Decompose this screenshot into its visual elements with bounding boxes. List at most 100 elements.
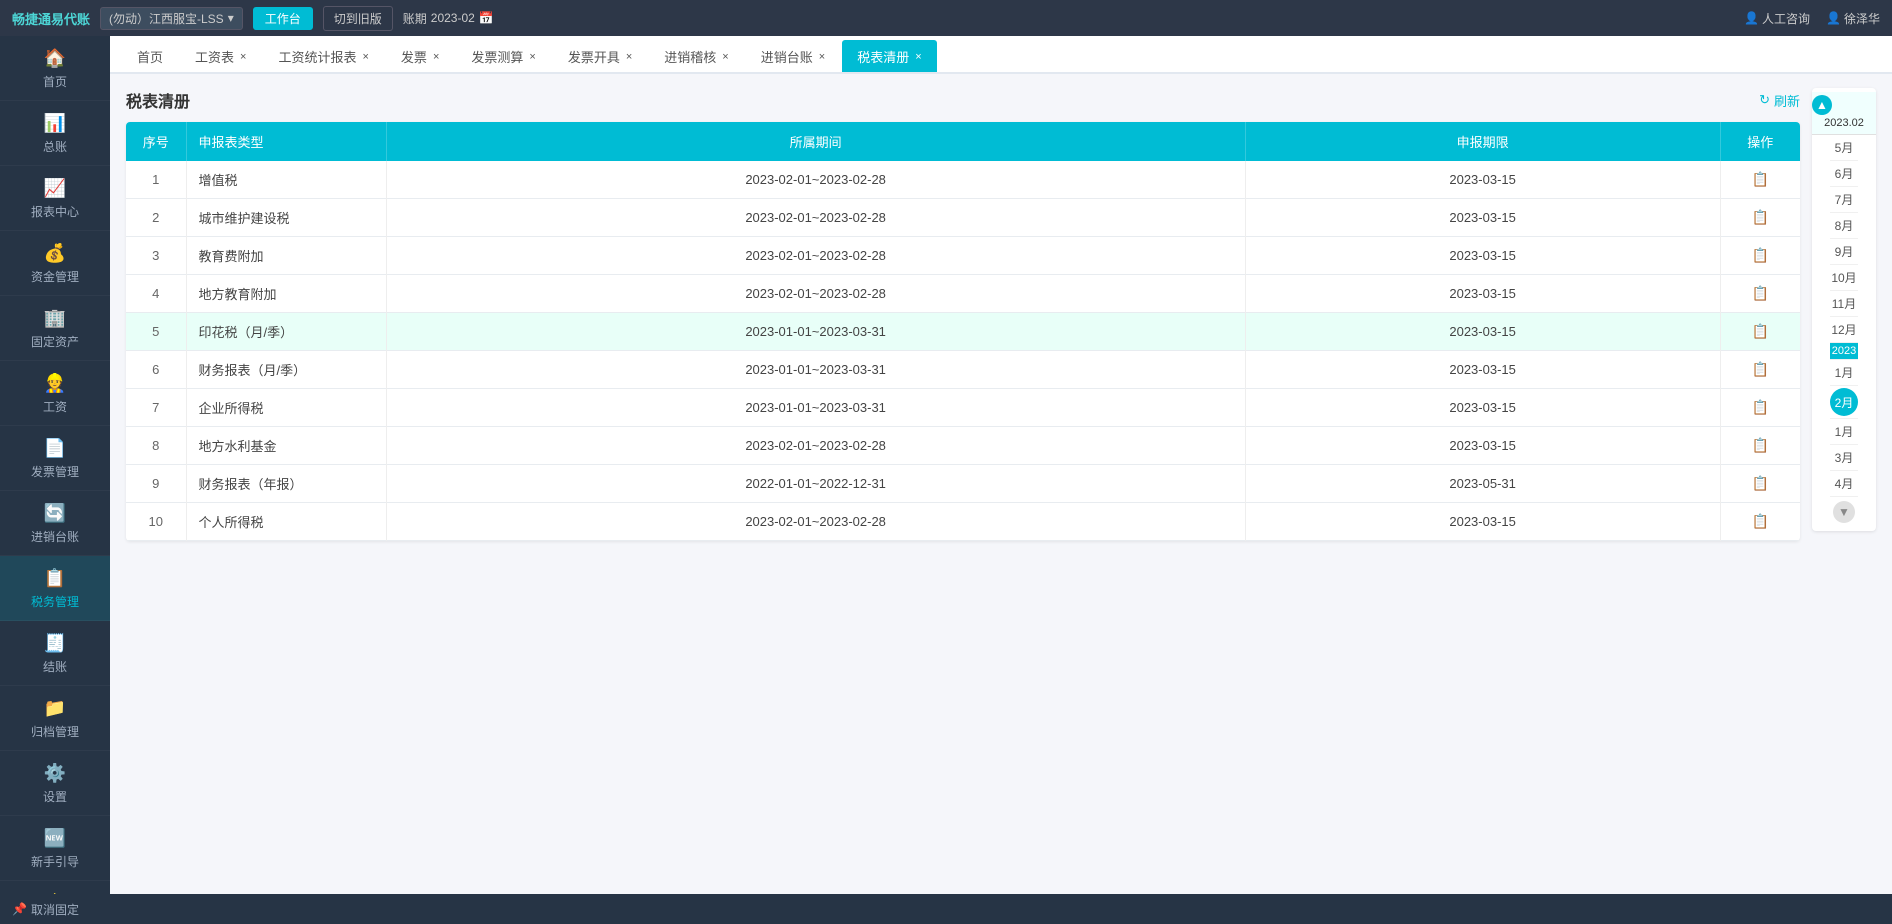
period-month-item[interactable]: 7月	[1830, 187, 1858, 213]
tab-invoice[interactable]: 发票 ×	[386, 40, 454, 72]
tab-tax-list-close[interactable]: ×	[915, 51, 921, 63]
tab-home[interactable]: 首页	[122, 40, 178, 72]
sidebar-item-purchase[interactable]: 🔄 进销台账	[0, 491, 110, 556]
sidebar-item-assets[interactable]: 🏢 固定资产	[0, 296, 110, 361]
refresh-button[interactable]: ↻ 刷新	[1759, 91, 1800, 110]
tab-wages[interactable]: 工资表 ×	[180, 40, 261, 72]
period-month-item[interactable]: 11月	[1830, 291, 1858, 317]
sidebar-item-member[interactable]: ⭐ 畅会员	[0, 881, 110, 894]
tab-wages-label: 工资表	[195, 47, 234, 66]
period-months: 5月6月7月8月9月10月11月12月20231月2月1月3月4月	[1830, 135, 1858, 497]
col-seq: 序号	[126, 122, 186, 161]
action-icon[interactable]: 📋	[1752, 171, 1769, 187]
period-month-item[interactable]: 6月	[1830, 161, 1858, 187]
cell-action[interactable]: 📋	[1720, 199, 1800, 237]
tab-invoice-open-close[interactable]: ×	[626, 51, 632, 63]
sidebar-item-settings[interactable]: ⚙️ 设置	[0, 751, 110, 816]
cell-period: 2023-02-01~2023-02-28	[386, 199, 1245, 237]
period-month-item[interactable]: 8月	[1830, 213, 1858, 239]
period-nav-up-btn[interactable]: ▲	[1812, 95, 1832, 115]
period-month-item[interactable]: 1月	[1830, 419, 1858, 445]
tab-home-label: 首页	[137, 47, 163, 66]
period-month-item[interactable]: 4月	[1830, 471, 1858, 497]
action-icon[interactable]: 📋	[1752, 285, 1769, 301]
tab-invoice-calc[interactable]: 发票测算 ×	[456, 40, 550, 72]
tab-purchase-ledger-close[interactable]: ×	[819, 51, 825, 63]
action-icon[interactable]: 📋	[1752, 361, 1769, 377]
cell-action[interactable]: 📋	[1720, 351, 1800, 389]
action-icon[interactable]: 📋	[1752, 513, 1769, 529]
top-bar: 畅捷通易代账 (勿动）江西服宝-LSS ▾ 工作台 切到旧版 账期 2023-0…	[0, 0, 1892, 36]
cell-action[interactable]: 📋	[1720, 503, 1800, 541]
tab-invoice-close[interactable]: ×	[433, 51, 439, 63]
sidebar-item-funds[interactable]: 💰 资金管理	[0, 231, 110, 296]
user-profile[interactable]: 👤 徐泽华	[1826, 10, 1880, 27]
cell-action[interactable]: 📋	[1720, 389, 1800, 427]
sidebar-item-label: 工资	[43, 398, 67, 415]
cell-action[interactable]: 📋	[1720, 237, 1800, 275]
calendar-icon[interactable]: 📅	[479, 11, 494, 25]
cell-action[interactable]: 📋	[1720, 465, 1800, 503]
sidebar-item-guide[interactable]: 🆕 新手引导	[0, 816, 110, 881]
sidebar-item-label: 结账	[43, 658, 67, 675]
sidebar-item-summary[interactable]: 📊 总账	[0, 101, 110, 166]
sidebar-item-archive[interactable]: 📁 归档管理	[0, 686, 110, 751]
cell-seq: 8	[126, 427, 186, 465]
action-icon[interactable]: 📋	[1752, 437, 1769, 453]
sidebar-item-tax[interactable]: 📋 税务管理	[0, 556, 110, 621]
sidebar-item-home[interactable]: 🏠 首页	[0, 36, 110, 101]
period-month-item[interactable]: 3月	[1830, 445, 1858, 471]
ai-consult-btn[interactable]: 👤 人工咨询	[1744, 10, 1810, 27]
action-icon[interactable]: 📋	[1752, 323, 1769, 339]
table-row: 9 财务报表（年报） 2022-01-01~2022-12-31 2023-05…	[126, 465, 1800, 503]
tab-purchase-check-close[interactable]: ×	[722, 51, 728, 63]
table-header: 序号 申报表类型 所属期间 申报期限 操作	[126, 122, 1800, 161]
action-icon[interactable]: 📋	[1752, 399, 1769, 415]
tab-invoice-open[interactable]: 发票开具 ×	[553, 40, 647, 72]
period-month-item[interactable]: 10月	[1830, 265, 1858, 291]
company-name: (勿动）江西服宝-LSS	[109, 10, 224, 27]
tab-invoice-calc-close[interactable]: ×	[529, 51, 535, 63]
period-month-item[interactable]: 5月	[1830, 135, 1858, 161]
period-month-1[interactable]: 1月	[1830, 360, 1858, 386]
tab-purchase-ledger[interactable]: 进销台账 ×	[746, 40, 840, 72]
cell-deadline: 2023-05-31	[1245, 465, 1720, 503]
sidebar-item-wages[interactable]: 👷 工资	[0, 361, 110, 426]
sidebar-item-reports[interactable]: 📈 报表中心	[0, 166, 110, 231]
tab-purchase-check[interactable]: 进销稽核 ×	[649, 40, 743, 72]
action-icon[interactable]: 📋	[1752, 209, 1769, 225]
switch-old-button[interactable]: 切到旧版	[323, 6, 393, 31]
bottom-bar: 📌 取消固定	[0, 894, 1892, 924]
tab-purchase-check-label: 进销稽核	[664, 47, 716, 66]
period-month-item[interactable]: 12月	[1830, 317, 1858, 343]
cell-type: 教育费附加	[186, 237, 386, 275]
table-row: 1 增值税 2023-02-01~2023-02-28 2023-03-15 📋	[126, 161, 1800, 199]
sidebar-item-settle[interactable]: 🧾 结账	[0, 621, 110, 686]
assets-icon: 🏢	[44, 308, 66, 329]
cell-period: 2023-02-01~2023-02-28	[386, 427, 1245, 465]
action-icon[interactable]: 📋	[1752, 247, 1769, 263]
sidebar-item-label: 报表中心	[31, 203, 79, 220]
tab-wage-stats[interactable]: 工资统计报表 ×	[263, 40, 383, 72]
sidebar-item-label: 进销台账	[31, 528, 79, 545]
tab-tax-list[interactable]: 税表清册 ×	[842, 40, 936, 72]
period-month-active[interactable]: 2月	[1830, 388, 1858, 416]
cell-seq: 10	[126, 503, 186, 541]
cell-action[interactable]: 📋	[1720, 313, 1800, 351]
pin-button[interactable]: 📌 取消固定	[12, 901, 79, 918]
cell-action[interactable]: 📋	[1720, 427, 1800, 465]
cell-action[interactable]: 📋	[1720, 275, 1800, 313]
company-selector[interactable]: (勿动）江西服宝-LSS ▾	[100, 7, 243, 30]
period-nav-down-btn[interactable]: ▼	[1833, 501, 1855, 523]
tab-wages-close[interactable]: ×	[240, 51, 246, 63]
sidebar-item-invoices[interactable]: 📄 发票管理	[0, 426, 110, 491]
ai-icon: 👤	[1744, 11, 1759, 25]
cell-deadline: 2023-03-15	[1245, 351, 1720, 389]
action-icon[interactable]: 📋	[1752, 475, 1769, 491]
cell-seq: 4	[126, 275, 186, 313]
cell-deadline: 2023-03-15	[1245, 275, 1720, 313]
tab-wage-stats-close[interactable]: ×	[362, 51, 368, 63]
cell-action[interactable]: 📋	[1720, 161, 1800, 199]
workbench-button[interactable]: 工作台	[253, 7, 313, 30]
period-month-item[interactable]: 9月	[1830, 239, 1858, 265]
